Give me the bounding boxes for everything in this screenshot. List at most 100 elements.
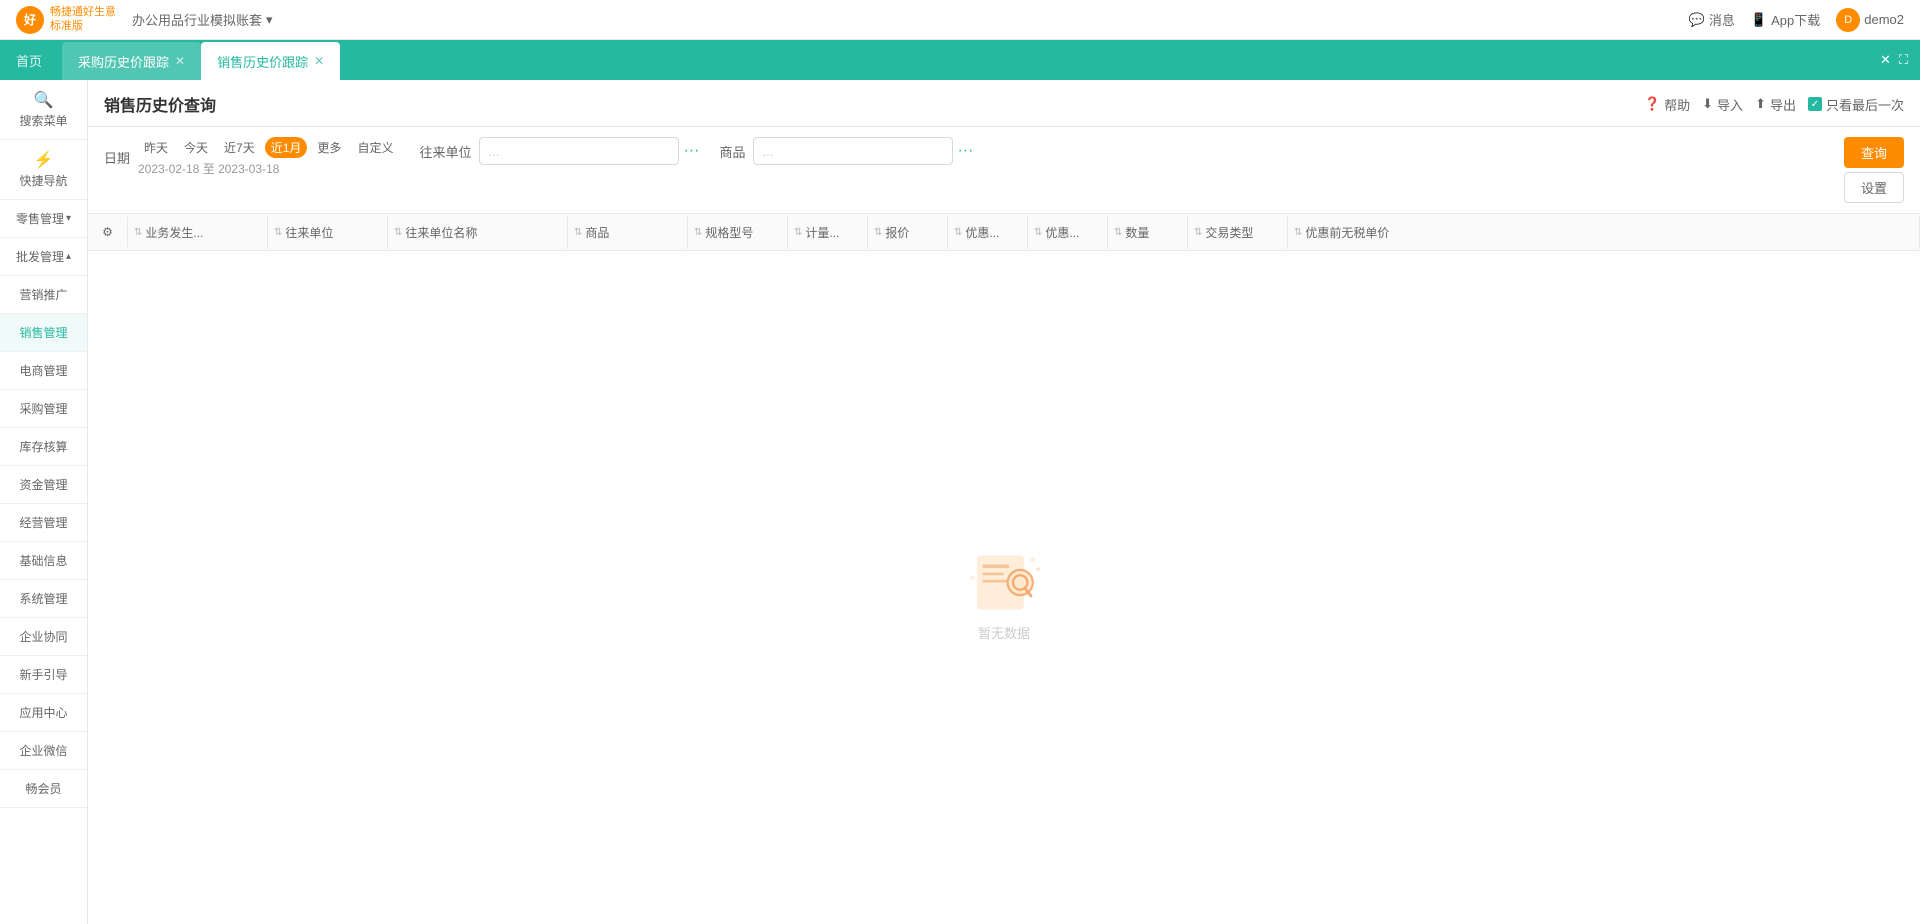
logo-text: 畅捷通好生意 标准版 — [50, 6, 116, 32]
logo-area: 好 畅捷通好生意 标准版 — [16, 6, 116, 34]
export-button[interactable]: ⬆ 导出 — [1755, 95, 1796, 114]
page-header: 销售历史价查询 ❓ 帮助 ⬇ 导入 ⬆ 导出 ✓ — [88, 80, 1920, 127]
sidebar-item-corp-wechat[interactable]: 企业微信 — [0, 732, 87, 770]
th-gear[interactable]: ⚙ — [88, 217, 128, 247]
app-download-button[interactable]: 📱 App下载 — [1751, 10, 1820, 29]
filter-buttons: 查询 设置 — [1844, 137, 1904, 203]
th-unit-name[interactable]: ⇅ 往来单位名称 — [388, 216, 568, 249]
date-btn-today[interactable]: 今天 — [178, 137, 214, 158]
sort-icon: ⇅ — [954, 227, 962, 238]
top-bar-right: 💬 消息 📱 App下载 D demo2 — [1689, 8, 1904, 32]
sidebar: 🔍 搜索菜单 ⚡ 快捷导航 零售管理 ▾ 批发管理 ▴ 营销推广 销售管理 电商… — [0, 80, 88, 924]
msg-button[interactable]: 💬 消息 — [1689, 10, 1735, 29]
filter-bar: 日期 昨天 今天 近7天 近1月 更多 自定义 2023-02-18 至 202… — [88, 127, 1920, 213]
page-title: 销售历史价查询 — [104, 92, 216, 116]
unit-filter-group: 往来单位 ... ··· — [419, 137, 699, 165]
table-header: ⚙ ⇅ 业务发生... ⇅ 往来单位 ⇅ 往来单位名称 ⇅ 商品 — [88, 213, 1920, 251]
sort-icon: ⇅ — [874, 227, 882, 238]
sidebar-item-new-guide[interactable]: 新手引导 — [0, 656, 87, 694]
help-button[interactable]: ❓ 帮助 — [1644, 95, 1690, 114]
date-btn-more[interactable]: 更多 — [311, 137, 347, 158]
import-icon: ⬇ — [1702, 96, 1713, 112]
th-trade-type[interactable]: ⇅ 交易类型 — [1188, 216, 1288, 249]
download-icon: 📱 — [1751, 12, 1767, 28]
query-button[interactable]: 查询 — [1844, 137, 1904, 168]
sidebar-item-wholesale-mgmt[interactable]: 批发管理 ▴ — [0, 238, 87, 276]
th-spec[interactable]: ⇅ 规格型号 — [688, 216, 788, 249]
goods-input[interactable]: ... — [753, 137, 953, 165]
goods-label: 商品 — [719, 142, 745, 161]
th-disc2[interactable]: ⇅ 优惠... — [1028, 216, 1108, 249]
date-shortcuts: 昨天 今天 近7天 近1月 更多 自定义 — [138, 137, 399, 158]
sidebar-item-basic-info[interactable]: 基础信息 — [0, 542, 87, 580]
app-selector[interactable]: 办公用品行业模拟账套 ▾ — [124, 6, 281, 33]
date-range: 2023-02-18 至 2023-03-18 — [138, 160, 399, 177]
unit-picker-icon[interactable]: ··· — [683, 142, 699, 160]
from-unit-label: 往来单位 — [419, 142, 471, 161]
window-maximize-icon[interactable]: ⛶ — [1899, 52, 1908, 68]
goods-picker-icon[interactable]: ··· — [957, 142, 973, 160]
sidebar-item-ops-mgmt[interactable]: 经营管理 — [0, 504, 87, 542]
th-measure[interactable]: ⇅ 计量... — [788, 216, 868, 249]
sort-icon: ⇅ — [794, 227, 802, 238]
th-notax-price[interactable]: ⇅ 优惠前无税单价 — [1288, 216, 1920, 249]
tab-home[interactable]: 首页 — [0, 40, 58, 80]
from-unit-input[interactable]: ... — [479, 137, 679, 165]
date-btn-custom[interactable]: 自定义 — [351, 137, 399, 158]
sidebar-item-finance-mgmt[interactable]: 资金管理 — [0, 466, 87, 504]
page-title-row: 销售历史价查询 ❓ 帮助 ⬇ 导入 ⬆ 导出 ✓ — [104, 92, 1904, 116]
chevron-up-icon: ▴ — [66, 251, 71, 262]
sidebar-item-ecommerce-mgmt[interactable]: 电商管理 — [0, 352, 87, 390]
sort-icon: ⇅ — [394, 227, 402, 238]
window-close-icon[interactable]: ✕ — [1880, 52, 1891, 68]
logo-icon: 好 — [16, 6, 44, 34]
chevron-down-icon: ▾ — [66, 213, 71, 224]
th-goods[interactable]: ⇅ 商品 — [568, 216, 688, 249]
sidebar-item-corp-collab[interactable]: 企业协同 — [0, 618, 87, 656]
sidebar-item-member-card[interactable]: 畅会员 — [0, 770, 87, 808]
sidebar-item-marketing[interactable]: 营销推广 — [0, 276, 87, 314]
sidebar-item-sales-mgmt[interactable]: 销售管理 — [0, 314, 87, 352]
top-bar-left: 好 畅捷通好生意 标准版 办公用品行业模拟账套 ▾ — [16, 6, 281, 34]
th-qty[interactable]: ⇅ 数量 — [1108, 216, 1188, 249]
chevron-down-icon: ▾ — [266, 12, 273, 28]
tab-close-icon[interactable]: ✕ — [175, 54, 185, 68]
sidebar-item-sys-mgmt[interactable]: 系统管理 — [0, 580, 87, 618]
tab-close-icon[interactable]: ✕ — [314, 54, 324, 68]
date-btn-yesterday[interactable]: 昨天 — [138, 137, 174, 158]
tab-actions: ✕ ⛶ — [1880, 52, 1920, 68]
date-btn-7days[interactable]: 近7天 — [218, 137, 261, 158]
import-button[interactable]: ⬇ 导入 — [1702, 95, 1743, 114]
content-area: 销售历史价查询 ❓ 帮助 ⬇ 导入 ⬆ 导出 ✓ — [88, 80, 1920, 924]
empty-illustration — [959, 533, 1049, 623]
sort-icon: ⇅ — [694, 227, 702, 238]
only-last-checkbox[interactable]: ✓ 只看最后一次 — [1808, 95, 1904, 114]
sidebar-item-app-center[interactable]: 应用中心 — [0, 694, 87, 732]
tab-purchase-history[interactable]: 采购历史价跟踪 ✕ — [62, 42, 201, 80]
th-biz-date[interactable]: ⇅ 业务发生... — [128, 216, 268, 249]
goods-filter-group: 商品 ... ··· — [719, 137, 973, 165]
sidebar-item-purchase-mgmt[interactable]: 采购管理 — [0, 390, 87, 428]
tab-sales-history[interactable]: 销售历史价跟踪 ✕ — [201, 42, 340, 80]
date-label: 日期 — [104, 148, 130, 167]
sort-icon: ⇅ — [274, 227, 282, 238]
gear-icon: ⚙ — [102, 225, 113, 239]
tab-bar: 首页 采购历史价跟踪 ✕ 销售历史价跟踪 ✕ ✕ ⛶ — [0, 40, 1920, 80]
user-menu[interactable]: D demo2 — [1836, 8, 1904, 32]
settings-button[interactable]: 设置 — [1844, 172, 1904, 203]
th-quote[interactable]: ⇅ 报价 — [868, 216, 948, 249]
main-layout: 🔍 搜索菜单 ⚡ 快捷导航 零售管理 ▾ 批发管理 ▴ 营销推广 销售管理 电商… — [0, 80, 1920, 924]
th-unit-code[interactable]: ⇅ 往来单位 — [268, 216, 388, 249]
empty-state: 暂无数据 — [88, 251, 1920, 924]
sidebar-item-quick-nav[interactable]: ⚡ 快捷导航 — [0, 140, 87, 200]
th-disc1[interactable]: ⇅ 优惠... — [948, 216, 1028, 249]
sidebar-item-search-menu[interactable]: 🔍 搜索菜单 — [0, 80, 87, 140]
sort-icon: ⇅ — [1294, 227, 1302, 238]
sidebar-item-retail-mgmt[interactable]: 零售管理 ▾ — [0, 200, 87, 238]
sidebar-item-inventory[interactable]: 库存核算 — [0, 428, 87, 466]
table-container: ⚙ ⇅ 业务发生... ⇅ 往来单位 ⇅ 往来单位名称 ⇅ 商品 — [88, 213, 1920, 924]
sort-icon: ⇅ — [134, 227, 142, 238]
date-btn-1month[interactable]: 近1月 — [265, 137, 308, 158]
checkbox-icon: ✓ — [1808, 97, 1822, 111]
help-icon: ❓ — [1644, 96, 1660, 112]
